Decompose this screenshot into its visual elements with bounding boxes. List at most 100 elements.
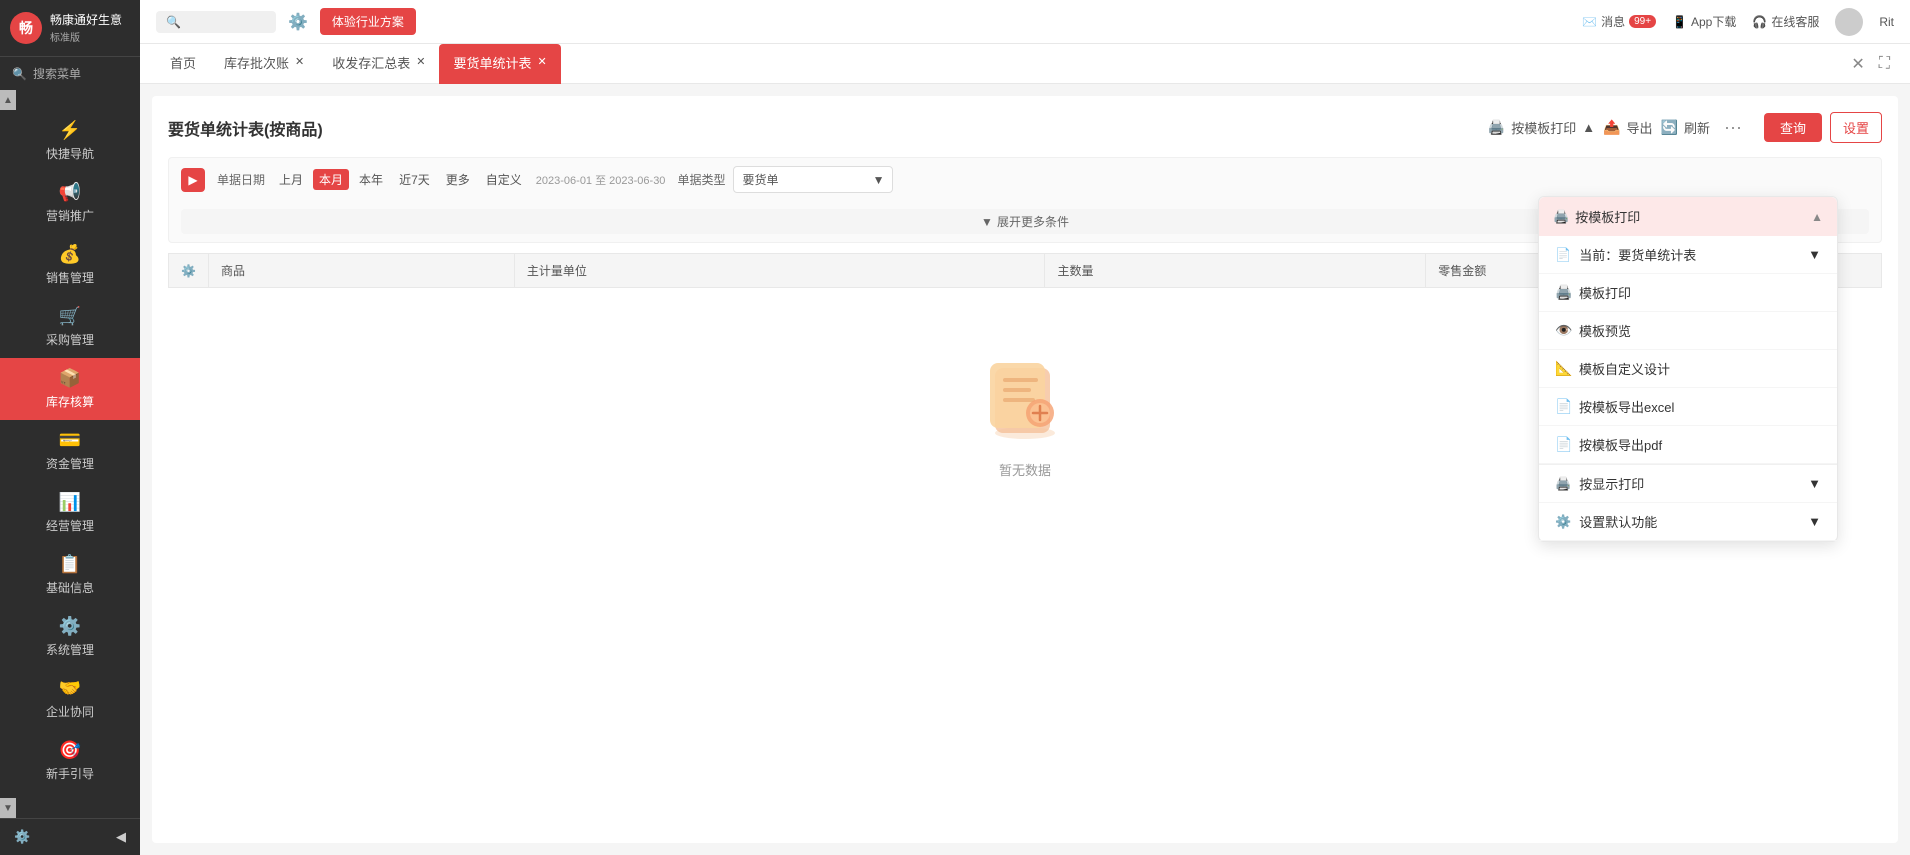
display-print-icon: 🖨️ [1555, 476, 1571, 492]
th-quantity: 主数量 [1045, 254, 1426, 288]
dropdown-display-print[interactable]: 🖨️ 按显示打印 ▼ [1539, 465, 1837, 503]
sidebar-scroll-up[interactable]: ▲ [0, 90, 16, 110]
sidebar-search-label: 搜索菜单 [33, 65, 81, 82]
dropdown-header: 🖨️ 按模板打印 ▲ [1539, 197, 1837, 236]
type-select[interactable]: 要货单 ▼ [733, 166, 893, 193]
export-excel-icon: 📄 [1555, 398, 1571, 415]
print-template-btn[interactable]: 🖨️ 按模板打印 ▲ [1488, 118, 1595, 137]
date-filter-section: 单据日期 上月 本月 本年 近7天 更多 自定义 2023-06-01 至 20… [217, 169, 665, 190]
refresh-icon: 🔄 [1661, 119, 1678, 136]
page-header: 要货单统计表(按商品) 🖨️ 按模板打印 ▲ 📤 导出 🔄 刷新 [168, 112, 1882, 143]
tab-close-icon[interactable]: ✕ [295, 57, 304, 68]
tabbar-expand-btn[interactable]: ⛶ [1875, 51, 1894, 77]
expand-btn-label: 展开更多条件 [997, 213, 1069, 230]
th-unit: 主计量单位 [514, 254, 1045, 288]
date-btn-prev-month[interactable]: 上月 [273, 169, 309, 190]
date-group: 上月 本月 本年 近7天 更多 自定义 [273, 169, 528, 190]
sidebar-item-purchase[interactable]: 🛒 采购管理 [0, 296, 140, 358]
sidebar-item-label: 系统管理 [46, 641, 94, 658]
tab-inventory-batch[interactable]: 库存批次账 ✕ [210, 44, 318, 84]
app-download-btn[interactable]: 📱 App下载 [1672, 13, 1736, 30]
sidebar-item-quick-nav[interactable]: ⚡ 快捷导航 [0, 110, 140, 172]
tab-close-icon[interactable]: ✕ [416, 57, 425, 68]
sidebar-item-collab[interactable]: 🤝 企业协同 [0, 668, 140, 730]
sidebar-item-marketing[interactable]: 📢 营销推广 [0, 172, 140, 234]
empty-text: 暂无数据 [999, 460, 1051, 479]
display-print-label: 按显示打印 [1579, 474, 1644, 493]
online-service-label: 在线客服 [1771, 13, 1819, 30]
dropdown-default-func[interactable]: ⚙️ 设置默认功能 ▼ [1539, 503, 1837, 541]
default-func-left: ⚙️ 设置默认功能 [1555, 512, 1657, 531]
sidebar-item-inventory[interactable]: 📦 库存核算 [0, 358, 140, 420]
sidebar-item-label: 销售管理 [46, 269, 94, 286]
current-chevron-icon: ▼ [1808, 247, 1821, 262]
sidebar-item-basic[interactable]: 📋 基础信息 [0, 544, 140, 606]
tab-income-summary[interactable]: 收发存汇总表 ✕ [318, 44, 439, 84]
sidebar-item-label: 采购管理 [46, 331, 94, 348]
date-btn-current-year[interactable]: 本年 [353, 169, 389, 190]
dropdown-item-template-preview[interactable]: 👁️ 模板预览 [1539, 312, 1837, 350]
dropdown-print-icon: 🖨️ [1553, 209, 1569, 225]
dropdown-current-item[interactable]: 📄 当前：要货单统计表 ▼ [1539, 236, 1837, 274]
tabbar-close-btn[interactable]: ✕ [1847, 50, 1868, 78]
service-icon: 🎧 [1752, 15, 1767, 29]
sidebar-scroll-down[interactable]: ▼ [0, 798, 16, 818]
message-label: 消息 [1601, 13, 1625, 30]
search-icon: 🔍 [12, 67, 27, 81]
logo-text-block: 畅康通好生意 标准版 [50, 12, 122, 44]
page-container: 要货单统计表(按商品) 🖨️ 按模板打印 ▲ 📤 导出 🔄 刷新 [152, 96, 1898, 843]
collapse-icon[interactable]: ◀ [116, 829, 126, 845]
sidebar-item-label: 快捷导航 [46, 145, 94, 162]
topbar-gear-icon[interactable]: ⚙️ [288, 12, 308, 32]
user-avatar[interactable] [1835, 8, 1863, 36]
export-btn[interactable]: 📤 导出 [1603, 118, 1652, 137]
search-icon: 🔍 [166, 15, 181, 29]
dropdown-current-left: 📄 当前：要货单统计表 [1555, 245, 1696, 264]
message-btn[interactable]: ✉️ 消息 99+ [1582, 13, 1656, 30]
empty-illustration [975, 348, 1075, 448]
settings-icon[interactable]: ⚙️ [14, 829, 30, 845]
dropdown-collapse-icon[interactable]: ▲ [1811, 210, 1823, 224]
filter-expand-arrow[interactable]: ▶ [181, 168, 205, 192]
dropdown-item-export-excel[interactable]: 📄 按模板导出excel [1539, 388, 1837, 426]
tab-close-icon[interactable]: ✕ [538, 57, 547, 68]
dropdown-item-label: 模板自定义设计 [1579, 359, 1670, 378]
page-header-actions: 🖨️ 按模板打印 ▲ 📤 导出 🔄 刷新 ··· 查询 设置 [1488, 112, 1882, 143]
sidebar-item-appstore[interactable]: 🔲 应用中心 [0, 792, 140, 798]
sidebar-item-operation[interactable]: 📊 经营管理 [0, 482, 140, 544]
sidebar-search[interactable]: 🔍 搜索菜单 [0, 57, 140, 90]
th-settings[interactable]: ⚙️ [169, 254, 209, 288]
refresh-btn[interactable]: 🔄 刷新 [1661, 118, 1710, 137]
online-service-btn[interactable]: 🎧 在线客服 [1752, 13, 1819, 30]
print-chevron-up-icon: ▲ [1582, 120, 1595, 135]
default-func-chevron-icon: ▼ [1808, 514, 1821, 529]
tab-order-summary[interactable]: 要货单统计表 ✕ [439, 44, 560, 84]
date-btn-custom[interactable]: 自定义 [480, 169, 528, 190]
export-pdf-icon: 📄 [1555, 436, 1571, 453]
default-func-label: 设置默认功能 [1579, 512, 1657, 531]
dropdown-item-export-pdf[interactable]: 📄 按模板导出pdf [1539, 426, 1837, 464]
sidebar-item-finance[interactable]: 💳 资金管理 [0, 420, 140, 482]
dropdown-item-template-print[interactable]: 🖨️ 模板打印 [1539, 274, 1837, 312]
sidebar-item-sales[interactable]: 💰 销售管理 [0, 234, 140, 296]
app-badge: 标准版 [50, 29, 122, 44]
tab-home[interactable]: 首页 [156, 44, 210, 84]
topbar-search[interactable]: 🔍 [156, 11, 276, 33]
sidebar-item-guide[interactable]: 🎯 新手引导 [0, 730, 140, 792]
dropdown-header-left: 🖨️ 按模板打印 [1553, 207, 1640, 226]
more-actions-btn[interactable]: ··· [1718, 115, 1748, 140]
tab-label: 收发存汇总表 [332, 53, 410, 72]
query-btn[interactable]: 查询 [1764, 113, 1822, 142]
date-btn-more[interactable]: 更多 [440, 169, 476, 190]
app-download-label: App下载 [1691, 13, 1736, 30]
dropdown-item-template-custom[interactable]: 📐 模板自定义设计 [1539, 350, 1837, 388]
page-title: 要货单统计表(按商品) [168, 116, 323, 140]
trial-btn[interactable]: 体验行业方案 [320, 8, 416, 35]
date-btn-current-month[interactable]: 本月 [313, 169, 349, 190]
message-icon: ✉️ [1582, 15, 1597, 29]
date-btn-7days[interactable]: 近7天 [393, 169, 436, 190]
sidebar-item-label: 企业协同 [46, 703, 94, 720]
settings-btn[interactable]: 设置 [1830, 112, 1882, 143]
sidebar-item-system[interactable]: ⚙️ 系统管理 [0, 606, 140, 668]
dropdown-current-label: 当前：要货单统计表 [1579, 245, 1696, 264]
